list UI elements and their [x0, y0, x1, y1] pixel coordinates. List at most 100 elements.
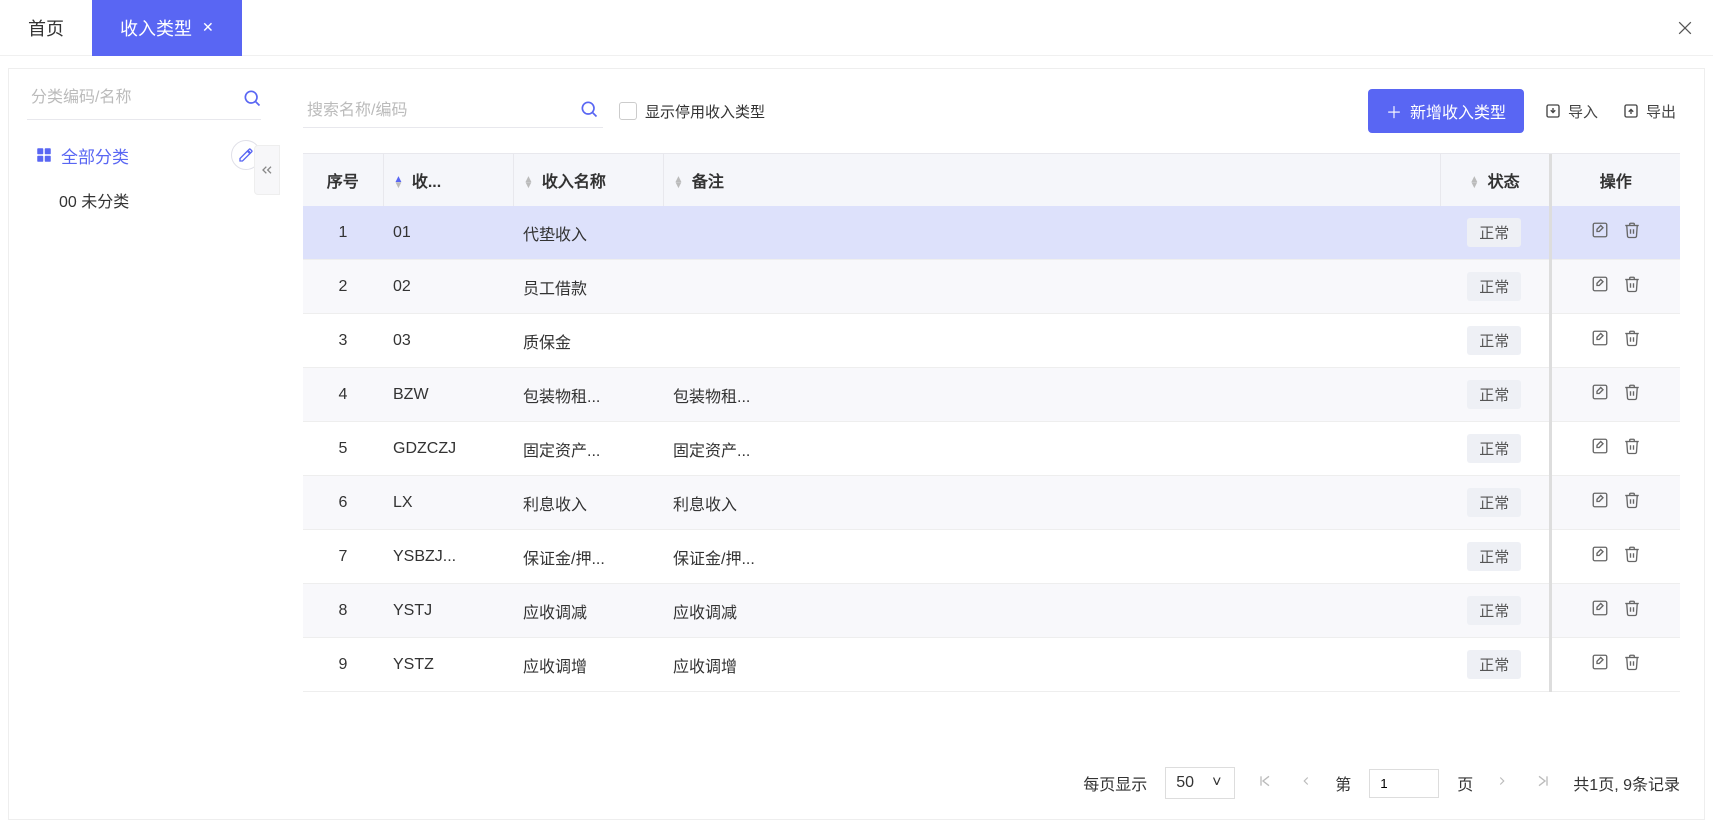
- sort-icon: ▲▼: [394, 177, 404, 189]
- export-label: 导出: [1646, 101, 1676, 122]
- cell-status: 正常: [1440, 530, 1550, 584]
- per-page-value: 50: [1176, 774, 1194, 792]
- table-row[interactable]: 101代垫收入正常: [303, 206, 1680, 260]
- cell-name: 利息收入: [513, 476, 663, 530]
- status-badge: 正常: [1467, 650, 1521, 679]
- cell-ops: [1550, 260, 1680, 314]
- cell-name: 固定资产...: [513, 422, 663, 476]
- edit-icon[interactable]: [1591, 221, 1609, 244]
- delete-icon[interactable]: [1623, 545, 1641, 568]
- delete-icon[interactable]: [1623, 329, 1641, 352]
- per-page-select[interactable]: 50 ˅: [1165, 767, 1235, 799]
- sort-icon: ▲▼: [674, 177, 684, 189]
- cell-name: 应收调增: [513, 638, 663, 692]
- next-page-button[interactable]: [1491, 770, 1513, 797]
- last-page-button[interactable]: [1531, 769, 1555, 798]
- content-search-input[interactable]: [303, 96, 575, 126]
- new-income-type-button[interactable]: ＋ 新增收入类型: [1368, 89, 1524, 133]
- cell-name: 员工借款: [513, 260, 663, 314]
- cell-remark: 应收调增: [663, 638, 1440, 692]
- cell-status: 正常: [1440, 260, 1550, 314]
- show-disabled-checkbox[interactable]: 显示停用收入类型: [619, 101, 765, 122]
- status-badge: 正常: [1467, 596, 1521, 625]
- cell-ops: [1550, 422, 1680, 476]
- edit-icon[interactable]: [1591, 491, 1609, 514]
- col-header-code[interactable]: ▲▼ 收...: [383, 154, 513, 206]
- cell-code: GDZCZJ: [383, 422, 513, 476]
- edit-icon[interactable]: [1591, 653, 1609, 676]
- cell-ops: [1550, 638, 1680, 692]
- cell-ops: [1550, 584, 1680, 638]
- page-input[interactable]: [1369, 769, 1439, 798]
- cell-remark: [663, 260, 1440, 314]
- tab-label: 收入类型: [120, 15, 192, 41]
- edit-icon[interactable]: [1591, 437, 1609, 460]
- cell-status: 正常: [1440, 206, 1550, 260]
- sidebar-search-input[interactable]: [27, 83, 242, 113]
- table-row[interactable]: 202员工借款正常: [303, 260, 1680, 314]
- import-button[interactable]: 导入: [1540, 95, 1602, 128]
- table-row[interactable]: 7YSBZJ...保证金/押...保证金/押...正常: [303, 530, 1680, 584]
- delete-icon[interactable]: [1623, 221, 1641, 244]
- close-icon[interactable]: ✕: [202, 19, 214, 36]
- col-header-name[interactable]: ▲▼ 收入名称: [513, 154, 663, 206]
- col-header-status[interactable]: ▲▼ 状态: [1440, 154, 1550, 206]
- status-badge: 正常: [1467, 272, 1521, 301]
- status-badge: 正常: [1467, 380, 1521, 409]
- search-icon[interactable]: [242, 87, 262, 109]
- cell-remark: [663, 314, 1440, 368]
- delete-icon[interactable]: [1623, 383, 1641, 406]
- plus-icon: ＋: [1386, 99, 1402, 123]
- cell-remark: [663, 206, 1440, 260]
- col-header-ops: 操作: [1550, 154, 1680, 206]
- prev-page-button[interactable]: [1295, 770, 1317, 797]
- table-row[interactable]: 9YSTZ应收调增应收调增正常: [303, 638, 1680, 692]
- col-header-index[interactable]: 序号: [303, 154, 383, 206]
- cell-code: 03: [383, 314, 513, 368]
- table-row[interactable]: 5GDZCZJ固定资产...固定资产...正常: [303, 422, 1680, 476]
- cell-code: BZW: [383, 368, 513, 422]
- category-all-label: 全部分类: [61, 143, 129, 168]
- edit-icon[interactable]: [1591, 545, 1609, 568]
- first-page-button[interactable]: [1253, 769, 1277, 798]
- table-row[interactable]: 6LX利息收入利息收入正常: [303, 476, 1680, 530]
- import-icon: [1544, 102, 1562, 120]
- delete-icon[interactable]: [1623, 599, 1641, 622]
- tab-income-type[interactable]: 收入类型 ✕: [92, 0, 242, 56]
- search-icon[interactable]: [575, 95, 603, 127]
- tabs-bar: 首页 收入类型 ✕: [0, 0, 1713, 56]
- toolbar: 显示停用收入类型 ＋ 新增收入类型 导入 导出: [303, 89, 1680, 133]
- cell-name: 应收调减: [513, 584, 663, 638]
- delete-icon[interactable]: [1623, 653, 1641, 676]
- cell-index: 3: [303, 314, 383, 368]
- cell-index: 9: [303, 638, 383, 692]
- edit-icon[interactable]: [1591, 329, 1609, 352]
- category-all[interactable]: 全部分类: [9, 130, 279, 180]
- checkbox-label: 显示停用收入类型: [645, 101, 765, 122]
- delete-icon[interactable]: [1623, 491, 1641, 514]
- close-all-tabs-icon[interactable]: [1671, 14, 1699, 42]
- cell-ops: [1550, 476, 1680, 530]
- cell-remark: 利息收入: [663, 476, 1440, 530]
- edit-icon[interactable]: [1591, 383, 1609, 406]
- page-prefix: 第: [1335, 771, 1351, 795]
- category-uncategorized[interactable]: 00 未分类: [9, 180, 279, 220]
- cell-ops: [1550, 314, 1680, 368]
- pagination-summary: 共1页, 9条记录: [1573, 771, 1680, 795]
- col-header-remark[interactable]: ▲▼ 备注: [663, 154, 1440, 206]
- cell-remark: 保证金/押...: [663, 530, 1440, 584]
- cell-remark: 固定资产...: [663, 422, 1440, 476]
- per-page-label: 每页显示: [1083, 771, 1147, 795]
- checkbox-box: [619, 102, 637, 120]
- delete-icon[interactable]: [1623, 437, 1641, 460]
- table-row[interactable]: 4BZW包装物租...包装物租...正常: [303, 368, 1680, 422]
- export-button[interactable]: 导出: [1618, 95, 1680, 128]
- table-row[interactable]: 8YSTJ应收调减应收调减正常: [303, 584, 1680, 638]
- cell-code: YSTJ: [383, 584, 513, 638]
- edit-icon[interactable]: [1591, 275, 1609, 298]
- collapse-sidebar-button[interactable]: [254, 145, 280, 195]
- table-row[interactable]: 303质保金正常: [303, 314, 1680, 368]
- tab-home[interactable]: 首页: [0, 0, 92, 56]
- delete-icon[interactable]: [1623, 275, 1641, 298]
- edit-icon[interactable]: [1591, 599, 1609, 622]
